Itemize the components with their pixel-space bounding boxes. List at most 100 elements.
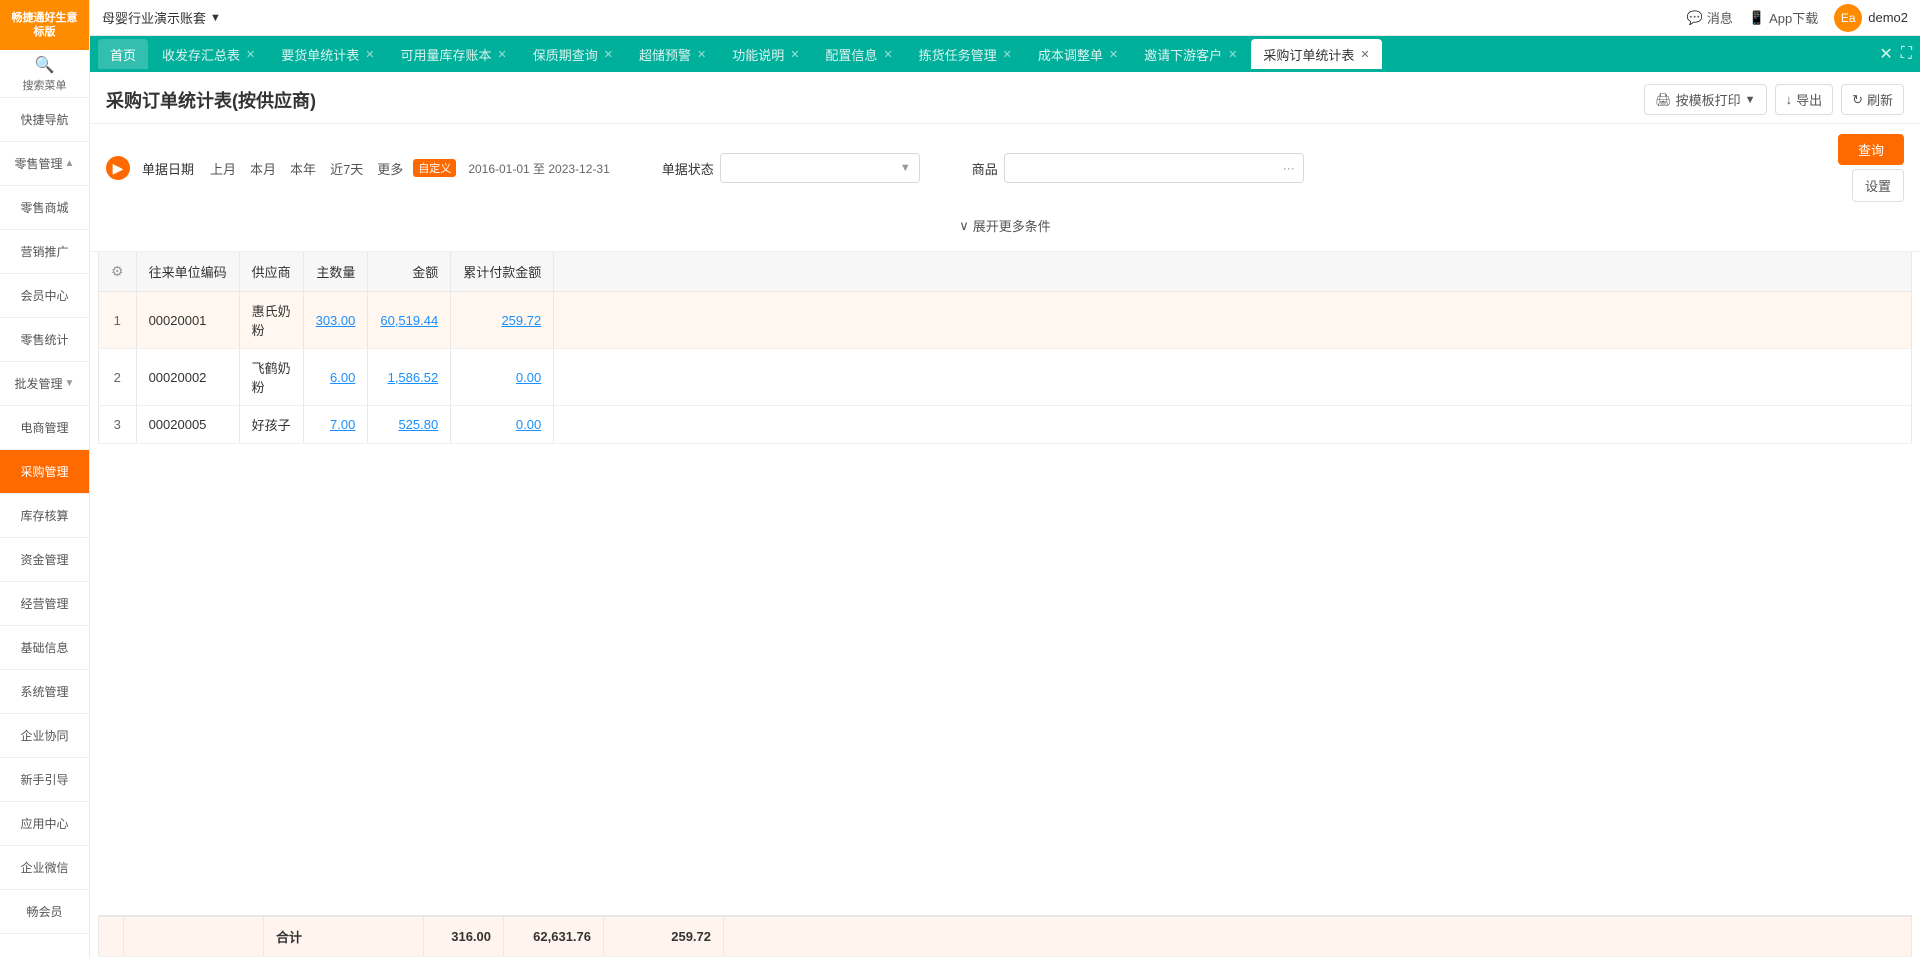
cell-paid[interactable]: 259.72 xyxy=(451,292,554,349)
sidebar-item-retail[interactable]: 零售管理 ▲ xyxy=(0,142,90,186)
status-select[interactable]: ▼ xyxy=(720,153,920,183)
settings-button[interactable]: 设置 xyxy=(1852,169,1904,202)
app-logo-text: 畅捷通好生意标版 xyxy=(12,11,78,40)
tab-chaochuu[interactable]: 超储预警 ✕ xyxy=(627,39,718,69)
sidebar-item-appcenter[interactable]: 应用中心 xyxy=(0,802,90,846)
shortcut-this-year[interactable]: 本年 xyxy=(286,157,320,180)
sidebar-item-basic[interactable]: 基础信息 xyxy=(0,626,90,670)
tab-shoufacun[interactable]: 收发存汇总表 ✕ xyxy=(150,39,267,69)
cell-amount[interactable]: 60,519.44 xyxy=(368,292,451,349)
tab-yaoqing[interactable]: 邀请下游客户 ✕ xyxy=(1132,39,1249,69)
cell-paid[interactable]: 0.00 xyxy=(451,349,554,406)
cell-amount[interactable]: 525.80 xyxy=(368,406,451,444)
sidebar-item-wholesale[interactable]: 批发管理 ▼ xyxy=(0,362,90,406)
sidebar-item-ecommerce[interactable]: 电商管理 xyxy=(0,406,90,450)
cell-qty[interactable]: 303.00 xyxy=(303,292,368,349)
page-content: 采购订单统计表(按供应商) 🖨 按模板打印 ▼ ↓ 导出 ↻ 刷新 xyxy=(90,72,1920,957)
tab-close-icon[interactable]: ✕ xyxy=(697,48,706,61)
tab-close-icon[interactable]: ✕ xyxy=(246,48,255,61)
tab-gongneng[interactable]: 功能说明 ✕ xyxy=(720,39,811,69)
goods-input[interactable]: ··· xyxy=(1004,153,1304,183)
footer-extra xyxy=(724,916,1912,957)
settings-icon[interactable]: ⚙ xyxy=(111,263,124,279)
tab-close-icon[interactable]: ✕ xyxy=(604,48,613,61)
sidebar-item-member2[interactable]: 畅会员 xyxy=(0,890,90,934)
tab-peizhi[interactable]: 配置信息 ✕ xyxy=(813,39,904,69)
tab-close-icon[interactable]: ✕ xyxy=(883,48,892,61)
cell-amount[interactable]: 1,586.52 xyxy=(368,349,451,406)
query-button[interactable]: 查询 xyxy=(1838,134,1904,165)
tab-label: 拣货任务管理 xyxy=(919,45,997,64)
tab-close-icon[interactable]: ✕ xyxy=(365,48,374,61)
tab-yaohuo[interactable]: 要货单统计表 ✕ xyxy=(269,39,386,69)
shortcut-more[interactable]: 更多 xyxy=(373,157,407,180)
main-area: 母婴行业演示账套 ▼ 💬 消息 📱 App下载 Ea demo2 首页 xyxy=(90,0,1920,957)
sidebar-item-newbie[interactable]: 新手引导 xyxy=(0,758,90,802)
sidebar-item-corpwx[interactable]: 企业微信 xyxy=(0,846,90,890)
message-button[interactable]: 💬 消息 xyxy=(1687,8,1733,27)
table-header-row: ⚙ 往来单位编码 供应商 主数量 金额 累计付款金额 xyxy=(99,252,1912,292)
tab-kuyun[interactable]: 可用量库存账本 ✕ xyxy=(388,39,518,69)
tab-caigou[interactable]: 采购订单统计表 ✕ xyxy=(1251,39,1381,69)
cell-supplier: 好孩子 xyxy=(239,406,303,444)
expand-more-button[interactable]: ∨ 展开更多条件 xyxy=(959,216,1051,235)
cell-qty[interactable]: 6.00 xyxy=(303,349,368,406)
sidebar-item-label: 零售管理 xyxy=(15,155,63,172)
shortcut-7days[interactable]: 近7天 xyxy=(326,157,367,180)
expand-more-row: ∨ 展开更多条件 xyxy=(106,202,1904,241)
cell-index: 2 xyxy=(99,349,137,406)
cell-qty[interactable]: 7.00 xyxy=(303,406,368,444)
account-switcher[interactable]: 母婴行业演示账套 ▼ xyxy=(102,8,221,27)
data-table: ⚙ 往来单位编码 供应商 主数量 金额 累计付款金额 1 00020001 惠氏… xyxy=(98,252,1912,444)
col-paid: 累计付款金额 xyxy=(451,252,554,292)
shortcut-last-month[interactable]: 上月 xyxy=(206,157,240,180)
col-settings[interactable]: ⚙ xyxy=(99,252,137,292)
tab-home[interactable]: 首页 xyxy=(98,39,148,69)
user-menu[interactable]: Ea demo2 xyxy=(1834,4,1908,32)
maximize-button[interactable]: ⛶ xyxy=(1901,45,1912,63)
sidebar-item-retail-mall[interactable]: 零售商城 xyxy=(0,186,90,230)
refresh-button[interactable]: ↻ 刷新 xyxy=(1841,84,1904,115)
tab-close-icon[interactable]: ✕ xyxy=(790,48,799,61)
tab-baozhi[interactable]: 保质期查询 ✕ xyxy=(521,39,625,69)
sidebar-item-marketing[interactable]: 营销推广 xyxy=(0,230,90,274)
tabbar-actions: ✕ ⛶ xyxy=(1879,44,1912,64)
tab-label: 邀请下游客户 xyxy=(1144,45,1222,64)
refresh-icon: ↻ xyxy=(1852,92,1863,108)
sidebar-item-finance[interactable]: 资金管理 xyxy=(0,538,90,582)
tab-label: 配置信息 xyxy=(825,45,877,64)
filter-toggle-button[interactable]: ▶ xyxy=(106,156,130,180)
tab-close-icon[interactable]: ✕ xyxy=(1003,48,1012,61)
chevron-down-icon: ▼ xyxy=(900,162,911,174)
sidebar-item-corp[interactable]: 企业协同 xyxy=(0,714,90,758)
message-label: 消息 xyxy=(1707,8,1733,27)
sidebar-item-system[interactable]: 系统管理 xyxy=(0,670,90,714)
cell-paid[interactable]: 0.00 xyxy=(451,406,554,444)
sidebar-item-purchase[interactable]: 采购管理 xyxy=(0,450,90,494)
print-button[interactable]: 🖨 按模板打印 ▼ xyxy=(1644,84,1766,115)
tab-close-icon[interactable]: ✕ xyxy=(1228,48,1237,61)
tab-pihuo[interactable]: 拣货任务管理 ✕ xyxy=(907,39,1024,69)
sidebar-item-retail-stat[interactable]: 零售统计 xyxy=(0,318,90,362)
sidebar-item-label: 库存核算 xyxy=(20,507,68,524)
sidebar-item-ops[interactable]: 经营管理 xyxy=(0,582,90,626)
shortcut-this-month[interactable]: 本月 xyxy=(246,157,280,180)
sidebar-item-member[interactable]: 会员中心 xyxy=(0,274,90,318)
tab-chengben[interactable]: 成本调整单 ✕ xyxy=(1026,39,1130,69)
close-tab-button[interactable]: ✕ xyxy=(1879,44,1892,64)
tab-close-icon[interactable]: ✕ xyxy=(498,48,507,61)
tab-label: 功能说明 xyxy=(732,45,784,64)
sidebar-item-stock[interactable]: 库存核算 xyxy=(0,494,90,538)
date-shortcuts: 上月 本月 本年 近7天 更多 自定义 xyxy=(206,157,456,180)
tab-close-icon[interactable]: ✕ xyxy=(1109,48,1118,61)
table-row: 3 00020005 好孩子 7.00 525.80 0.00 xyxy=(99,406,1912,444)
table-footer: 合计 316.00 62,631.76 259.72 xyxy=(98,915,1912,957)
export-button[interactable]: ↓ 导出 xyxy=(1775,84,1834,115)
chevron-up-icon: ▲ xyxy=(65,158,75,169)
sidebar-item-quick-nav[interactable]: 快捷导航 xyxy=(0,98,90,142)
tab-close-icon[interactable]: ✕ xyxy=(1360,48,1369,61)
sidebar-search[interactable]: 🔍 搜索菜单 xyxy=(0,50,90,98)
app-download-button[interactable]: 📱 App下载 xyxy=(1749,8,1818,27)
filter-area: ▶ 单据日期 上月 本月 本年 近7天 更多 自定义 2016-01-01 至 … xyxy=(90,124,1920,252)
custom-date-badge[interactable]: 自定义 xyxy=(413,159,456,177)
